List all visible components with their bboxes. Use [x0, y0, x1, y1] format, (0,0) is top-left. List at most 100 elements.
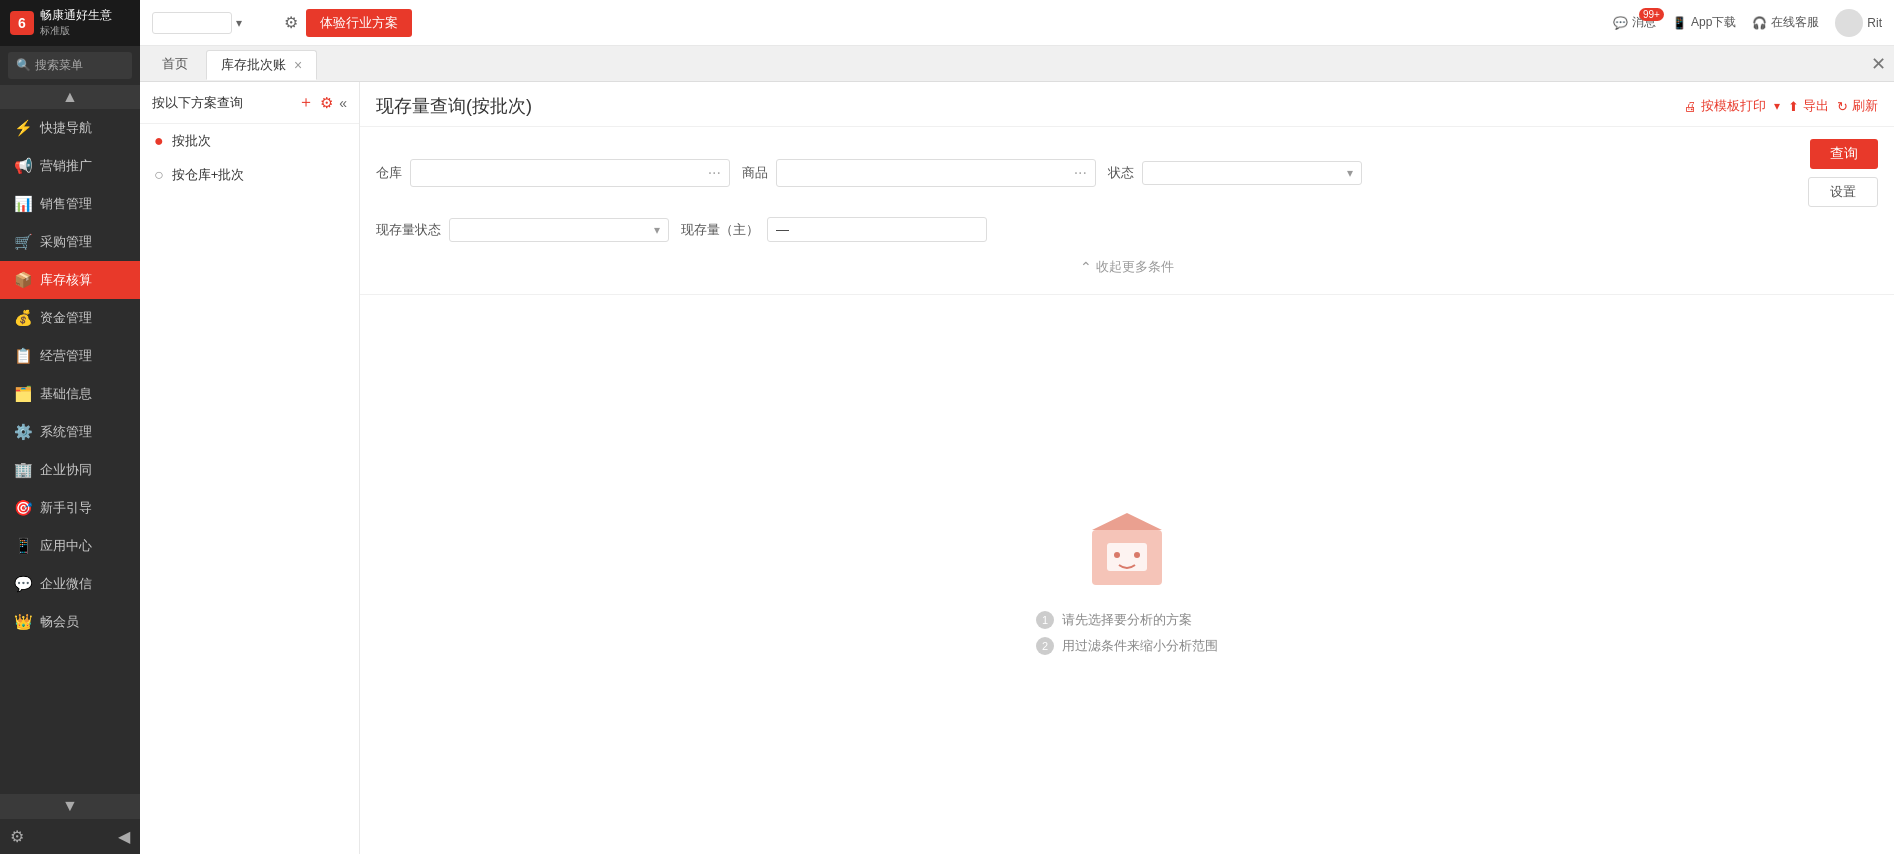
status-select[interactable]: ▾: [1142, 161, 1362, 185]
message-icon: 💬: [1613, 16, 1628, 30]
export-button[interactable]: ⬆ 导出: [1788, 97, 1829, 115]
filter-collapse-row: ⌃ 收起更多条件: [376, 252, 1878, 282]
app-download-action[interactable]: 📱 App下载: [1672, 14, 1736, 31]
filter-area: 仓库 ··· 商品 ···: [360, 127, 1894, 295]
product-filter-group: 商品 ···: [742, 159, 1096, 187]
sidebar-item-sales[interactable]: 📊 销售管理: [0, 185, 140, 223]
query-button[interactable]: 查询: [1810, 139, 1878, 169]
stock-qty-label: 现存量（主）: [681, 221, 759, 239]
stock-status-arrow: ▾: [654, 223, 660, 237]
message-action[interactable]: 💬 消息 99+: [1613, 14, 1656, 31]
main-area: ▾ ⚙ 体验行业方案 💬 消息 99+ 📱 App下载 🎧 在线客服 Rit: [140, 0, 1894, 854]
sidebar-item-purchase[interactable]: 🛒 采购管理: [0, 223, 140, 261]
hint-1-text: 请先选择要分析的方案: [1062, 611, 1192, 629]
sidebar-item-wechat[interactable]: 💬 企业微信: [0, 565, 140, 603]
home-tab-label: 首页: [162, 55, 188, 73]
print-label: 按模板打印: [1701, 97, 1766, 115]
product-input[interactable]: ···: [776, 159, 1096, 187]
print-dropdown-button[interactable]: ▾: [1774, 99, 1780, 113]
sidebar-item-label: 畅会员: [40, 613, 79, 631]
left-panel-header: 按以下方案查询 ＋ ⚙ «: [140, 82, 359, 124]
stock-qty-input[interactable]: —: [767, 217, 987, 242]
print-button[interactable]: 🖨 按模板打印: [1684, 97, 1766, 115]
stock-status-filter-group: 现存量状态 ▾: [376, 218, 669, 242]
sidebar-item-enterprise[interactable]: 🏢 企业协同: [0, 451, 140, 489]
newuser-icon: 🎯: [14, 499, 32, 517]
warehouse-dots-button[interactable]: ···: [708, 164, 721, 182]
export-icon: ⬆: [1788, 99, 1799, 114]
scheme-warehouse-batch-label: 按仓库+批次: [172, 166, 245, 184]
shortcut-icon: ⚡: [14, 119, 32, 137]
filter-settings-button[interactable]: 设置: [1808, 177, 1878, 207]
stock-status-label: 现存量状态: [376, 221, 441, 239]
status-filter-group: 状态 ▾: [1108, 161, 1362, 185]
empty-hint-2: 2 用过滤条件来缩小分析范围: [1036, 637, 1218, 655]
warehouse-label: 仓库: [376, 164, 402, 182]
app-logo: 6: [10, 11, 34, 35]
sidebar: 6 畅康通好生意 标准版 🔍 搜索菜单 ▲ ⚡ 快捷导航 📢 营销推广 📊 销售…: [0, 0, 140, 854]
sidebar-nav: ⚡ 快捷导航 📢 营销推广 📊 销售管理 🛒 采购管理 📦 库存核算 💰 资金管…: [0, 109, 140, 794]
sidebar-item-marketing[interactable]: 📢 营销推广: [0, 147, 140, 185]
sidebar-item-shortcut[interactable]: ⚡ 快捷导航: [0, 109, 140, 147]
message-badge: 99+: [1639, 8, 1664, 21]
tab-close-button[interactable]: ×: [294, 58, 302, 72]
stock-qty-filter-group: 现存量（主） —: [681, 217, 987, 242]
scroll-down-button[interactable]: ▼: [0, 794, 140, 818]
brand-dropdown-button[interactable]: ▾: [236, 16, 242, 30]
stock-qty-dash: —: [776, 222, 789, 237]
sidebar-item-label: 采购管理: [40, 233, 92, 251]
sidebar-item-finance[interactable]: 💰 资金管理: [0, 299, 140, 337]
brand-input[interactable]: [152, 12, 232, 34]
sidebar-item-member[interactable]: 👑 畅会员: [0, 603, 140, 641]
sidebar-item-newuser[interactable]: 🎯 新手引导: [0, 489, 140, 527]
sidebar-item-label: 营销推广: [40, 157, 92, 175]
inventory-icon: 📦: [14, 271, 32, 289]
scheme-settings-button[interactable]: ⚙: [320, 94, 333, 112]
product-dots-button[interactable]: ···: [1074, 164, 1087, 182]
hint-2-text: 用过滤条件来缩小分析范围: [1062, 637, 1218, 655]
topbar-settings-button[interactable]: ⚙: [284, 13, 298, 32]
stock-status-select[interactable]: ▾: [449, 218, 669, 242]
user-name: Rit: [1867, 16, 1882, 30]
collapse-filters-button[interactable]: ⌃ 收起更多条件: [1080, 258, 1174, 276]
tab-inventory-batch[interactable]: 库存批次账 ×: [206, 50, 317, 80]
sidebar-item-operations[interactable]: 📋 经营管理: [0, 337, 140, 375]
filter-row-2: 现存量状态 ▾ 现存量（主） —: [376, 217, 1878, 242]
search-icon: 🔍: [16, 58, 31, 72]
refresh-button[interactable]: ↻ 刷新: [1837, 97, 1878, 115]
svg-rect-2: [1107, 543, 1147, 571]
scheme-item-batch[interactable]: ● 按批次: [140, 124, 359, 158]
sidebar-item-apps[interactable]: 📱 应用中心: [0, 527, 140, 565]
trial-btn[interactable]: 体验行业方案: [306, 9, 412, 37]
sidebar-search[interactable]: 🔍 搜索菜单: [8, 52, 132, 79]
app-download-label: App下载: [1691, 14, 1736, 31]
close-all-tabs-button[interactable]: ✕: [1871, 53, 1886, 75]
user-action[interactable]: Rit: [1835, 9, 1882, 37]
collapse-left-panel-button[interactable]: «: [339, 95, 347, 111]
refresh-icon: ↻: [1837, 99, 1848, 114]
sidebar-item-label: 经营管理: [40, 347, 92, 365]
system-icon: ⚙️: [14, 423, 32, 441]
scroll-up-button[interactable]: ▲: [0, 85, 140, 109]
marketing-icon: 📢: [14, 157, 32, 175]
svg-marker-1: [1092, 513, 1162, 530]
sidebar-item-basic[interactable]: 🗂️ 基础信息: [0, 375, 140, 413]
search-label: 搜索菜单: [35, 57, 83, 74]
sidebar-item-system[interactable]: ⚙️ 系统管理: [0, 413, 140, 451]
collapse-sidebar-icon[interactable]: ◀: [118, 827, 130, 846]
left-panel: 按以下方案查询 ＋ ⚙ « ● 按批次 ○ 按仓库+批次: [140, 82, 360, 854]
product-label: 商品: [742, 164, 768, 182]
sidebar-item-label: 销售管理: [40, 195, 92, 213]
filter-row-1: 仓库 ··· 商品 ···: [376, 139, 1878, 207]
online-support-action[interactable]: 🎧 在线客服: [1752, 14, 1819, 31]
settings-footer-icon[interactable]: ⚙: [10, 827, 24, 846]
sidebar-item-inventory[interactable]: 📦 库存核算: [0, 261, 140, 299]
scheme-item-warehouse-batch[interactable]: ○ 按仓库+批次: [140, 158, 359, 192]
active-tab-label: 库存批次账: [221, 56, 286, 74]
warehouse-input[interactable]: ···: [410, 159, 730, 187]
add-scheme-button[interactable]: ＋: [298, 92, 314, 113]
empty-svg: [1077, 495, 1177, 595]
online-support-label: 在线客服: [1771, 14, 1819, 31]
sidebar-item-label: 快捷导航: [40, 119, 92, 137]
tab-home[interactable]: 首页: [148, 49, 202, 79]
